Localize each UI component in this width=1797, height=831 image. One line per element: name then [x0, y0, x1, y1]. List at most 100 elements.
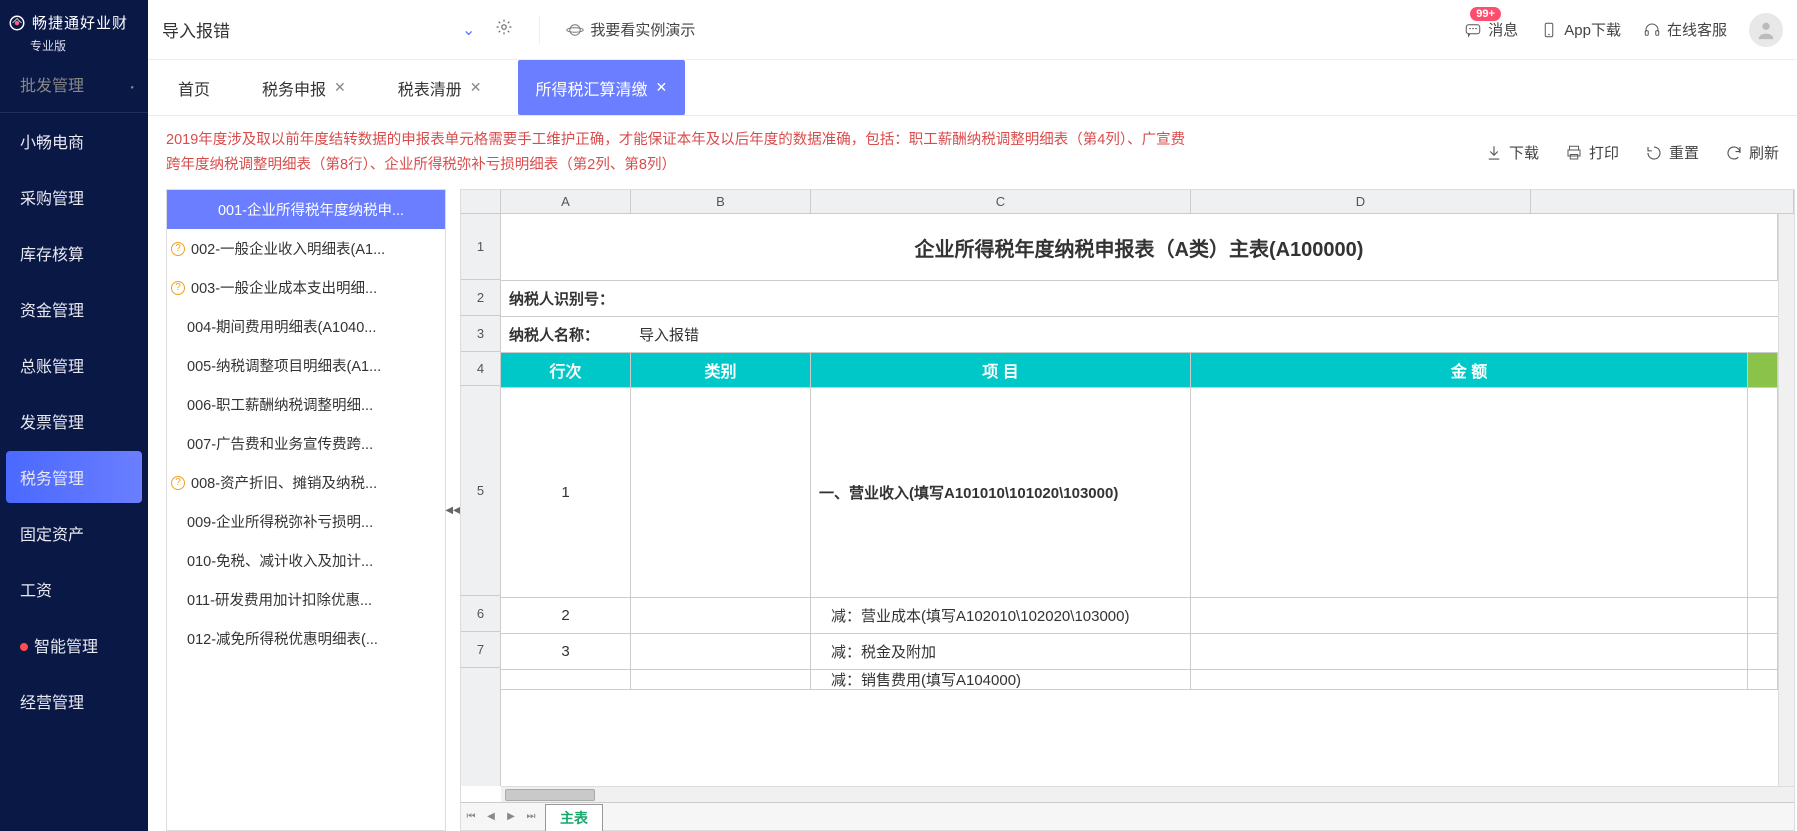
- vertical-scrollbar[interactable]: [1778, 214, 1794, 786]
- demo-link[interactable]: 我要看实例演示: [566, 19, 695, 40]
- cell-b5[interactable]: [631, 388, 811, 597]
- header-cell-edge[interactable]: [1748, 353, 1778, 387]
- sheet-title[interactable]: 企业所得税年度纳税申报表（A类）主表(A100000): [501, 214, 1778, 280]
- cell-a5[interactable]: 1: [501, 388, 631, 597]
- cell-a2[interactable]: 纳税人识别号：: [501, 281, 631, 316]
- cell-c8[interactable]: 减：销售费用(填写A104000): [811, 670, 1191, 689]
- sidebar-item-7[interactable]: 税务管理: [6, 451, 142, 503]
- sheet-nav-next[interactable]: ▶: [501, 811, 521, 822]
- form-item-009[interactable]: 009-企业所得税弥补亏损明...: [167, 502, 445, 541]
- sheet-nav-first[interactable]: ⏮: [461, 811, 481, 822]
- sidebar-item-8[interactable]: 固定资产: [0, 505, 148, 561]
- row-header-7[interactable]: 7: [461, 632, 500, 668]
- tab-tax-declare[interactable]: 税务申报✕: [246, 66, 362, 110]
- form-item-005[interactable]: 005-纳税调整项目明细表(A1...: [167, 346, 445, 385]
- message-badge: 99+: [1470, 7, 1501, 21]
- customer-service-button[interactable]: 在线客服: [1643, 19, 1727, 40]
- sheet-nav-prev[interactable]: ◀: [481, 811, 501, 822]
- sidebar-item-4[interactable]: 资金管理: [0, 281, 148, 337]
- cell-c5[interactable]: 一、营业收入(填写A101010\101020\103000): [811, 388, 1191, 597]
- form-item-006[interactable]: 006-职工薪酬纳税调整明细...: [167, 385, 445, 424]
- sheet-nav-last[interactable]: ⏭: [521, 811, 541, 822]
- cell-a8[interactable]: [501, 670, 631, 689]
- tab-home[interactable]: 首页: [162, 66, 226, 110]
- sheet-tab-main[interactable]: 主表: [545, 804, 603, 831]
- header-cell-amount[interactable]: 金 额: [1191, 353, 1748, 387]
- sidebar-item-11[interactable]: 经营管理: [0, 673, 148, 729]
- cell-d8[interactable]: [1191, 670, 1748, 689]
- brand-title: 畅捷通好业财: [32, 12, 128, 33]
- cell-b2[interactable]: [631, 281, 1778, 316]
- col-header-d[interactable]: D: [1191, 190, 1531, 213]
- cell-e5[interactable]: [1748, 388, 1778, 597]
- form-item-010[interactable]: 010-免税、减计收入及加计...: [167, 541, 445, 580]
- sidebar-item-2[interactable]: 采购管理: [0, 169, 148, 225]
- tab-income-tax-settle[interactable]: 所得税汇算清缴✕: [518, 60, 686, 115]
- sheet-corner[interactable]: [461, 190, 501, 214]
- form-item-003[interactable]: ?003-一般企业成本支出明细...: [167, 268, 445, 307]
- cell-c6[interactable]: 减：营业成本(填写A102010\102020\103000): [811, 598, 1191, 633]
- cell-c7[interactable]: 减：税金及附加: [811, 634, 1191, 669]
- row-header-6[interactable]: 6: [461, 596, 500, 632]
- reset-button[interactable]: 重置: [1645, 142, 1699, 163]
- sidebar-item-10[interactable]: 智能管理: [0, 617, 148, 673]
- col-header-c[interactable]: C: [811, 190, 1191, 213]
- cell-e8[interactable]: [1748, 670, 1778, 689]
- workspace-name[interactable]: 导入报错: [162, 17, 442, 42]
- message-button[interactable]: 99+ 消息: [1464, 19, 1518, 40]
- header-cell-project[interactable]: 项 目: [811, 353, 1191, 387]
- sidebar-item-5[interactable]: 总账管理: [0, 337, 148, 393]
- form-item-001[interactable]: 001-企业所得税年度纳税申...: [167, 190, 445, 229]
- sidebar-item-6[interactable]: 发票管理: [0, 393, 148, 449]
- cell-b6[interactable]: [631, 598, 811, 633]
- tab-tax-book[interactable]: 税表清册✕: [382, 66, 498, 110]
- app-download-button[interactable]: App下载: [1540, 19, 1621, 40]
- cell-d7[interactable]: [1191, 634, 1748, 669]
- row-header-1[interactable]: 1: [461, 214, 500, 280]
- sidebar-item-3[interactable]: 库存核算: [0, 225, 148, 281]
- planet-icon: [566, 21, 584, 39]
- row-header-5[interactable]: 5: [461, 386, 500, 596]
- cell-e6[interactable]: [1748, 598, 1778, 633]
- row-header-3[interactable]: 3: [461, 316, 500, 352]
- cell-e7[interactable]: [1748, 634, 1778, 669]
- close-icon[interactable]: ✕: [656, 79, 668, 96]
- header-cell-category[interactable]: 类别: [631, 353, 811, 387]
- close-icon[interactable]: ✕: [334, 79, 346, 96]
- print-button[interactable]: 打印: [1565, 142, 1619, 163]
- form-item-012[interactable]: 012-减免所得税优惠明细表(...: [167, 619, 445, 658]
- chevron-down-icon[interactable]: ⌄: [462, 20, 475, 40]
- form-item-007[interactable]: 007-广告费和业务宣传费跨...: [167, 424, 445, 463]
- form-item-004[interactable]: 004-期间费用明细表(A1040...: [167, 307, 445, 346]
- cell-a6[interactable]: 2: [501, 598, 631, 633]
- cell-b7[interactable]: [631, 634, 811, 669]
- col-header-b[interactable]: B: [631, 190, 811, 213]
- cell-b8[interactable]: [631, 670, 811, 689]
- hot-dot-icon: [20, 643, 28, 651]
- collapse-handle[interactable]: ◀◀: [446, 189, 460, 831]
- sidebar-item-9[interactable]: 工资: [0, 561, 148, 617]
- row-header-2[interactable]: 2: [461, 280, 500, 316]
- gear-icon[interactable]: [495, 18, 513, 41]
- form-item-011[interactable]: 011-研发费用加计扣除优惠...: [167, 580, 445, 619]
- cell-d5[interactable]: [1191, 388, 1748, 597]
- refresh-button[interactable]: 刷新: [1725, 142, 1779, 163]
- tabs: 首页 税务申报✕ 税表清册✕ 所得税汇算清缴✕: [148, 60, 1797, 116]
- row-header-4[interactable]: 4: [461, 352, 500, 386]
- cell-b3[interactable]: 导入报错: [631, 317, 1778, 352]
- horizontal-scrollbar[interactable]: [501, 786, 1794, 802]
- cell-a7[interactable]: 3: [501, 634, 631, 669]
- sidebar-item-1[interactable]: 小畅电商: [0, 113, 148, 169]
- header-cell-hx[interactable]: 行次: [501, 353, 631, 387]
- cell-a3[interactable]: 纳税人名称：: [501, 317, 631, 352]
- close-icon[interactable]: ✕: [470, 79, 482, 96]
- row-header-8[interactable]: [461, 668, 500, 688]
- col-header-a[interactable]: A: [501, 190, 631, 213]
- avatar[interactable]: [1749, 13, 1783, 47]
- download-button[interactable]: 下载: [1485, 142, 1539, 163]
- form-item-002[interactable]: ?002-一般企业收入明细表(A1...: [167, 229, 445, 268]
- form-item-008[interactable]: ?008-资产折旧、摊销及纳税...: [167, 463, 445, 502]
- print-icon: [1565, 144, 1583, 162]
- cell-d6[interactable]: [1191, 598, 1748, 633]
- sidebar-item-0[interactable]: 批发管理: [0, 64, 148, 113]
